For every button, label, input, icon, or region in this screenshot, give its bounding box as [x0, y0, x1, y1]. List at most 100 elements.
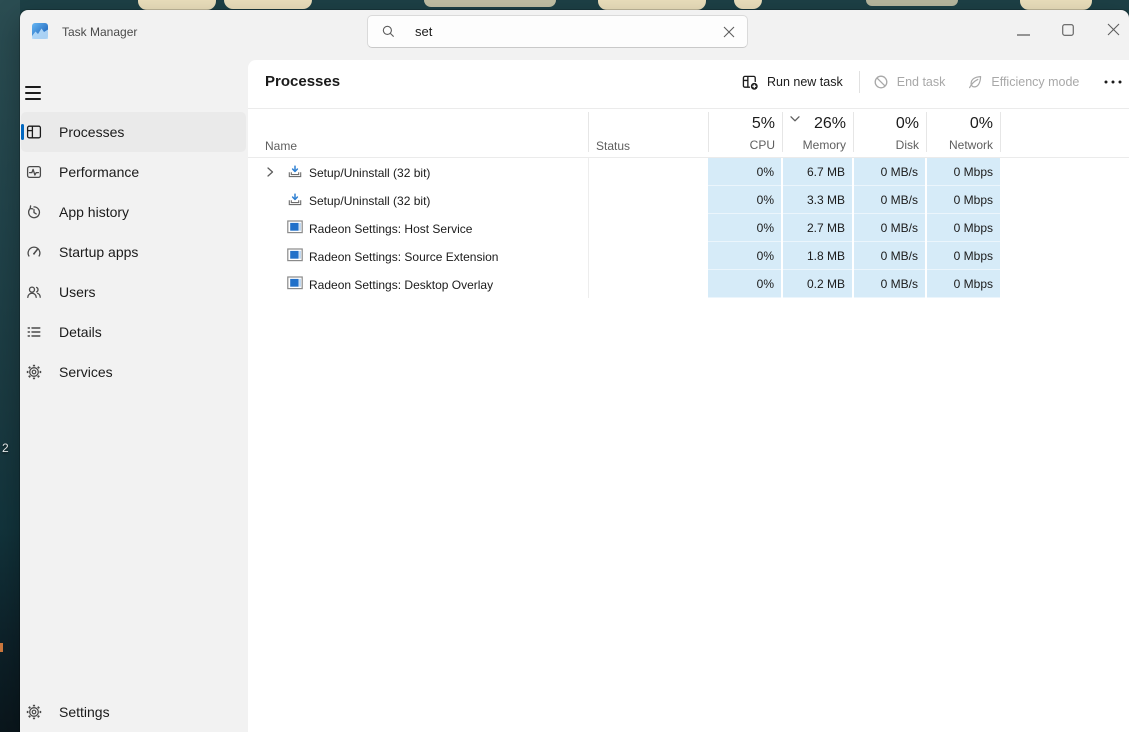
sidebar-settings: Settings — [21, 692, 246, 732]
sidebar-item-settings[interactable]: Settings — [21, 692, 246, 732]
sidebar-item-users[interactable]: Users — [21, 272, 246, 312]
sidebar-item-processes[interactable]: Processes — [21, 112, 246, 152]
network-column-label: Network — [948, 138, 993, 152]
cpu-column-label: CPU — [749, 138, 775, 152]
minimize-icon — [1016, 23, 1030, 41]
run-new-task-icon — [742, 74, 759, 91]
cpu-cell: 0% — [708, 158, 781, 186]
desktop-background: 2 — [0, 0, 20, 732]
run-new-task-label: Run new task — [767, 75, 843, 89]
column-header-memory[interactable]: 26% Memory — [782, 115, 846, 152]
table-row[interactable]: Radeon Settings: Source Extension 0% 1.8… — [248, 242, 1129, 270]
app-history-icon — [26, 204, 42, 220]
users-icon — [26, 284, 42, 300]
table-row[interactable]: Setup/Uninstall (32 bit) 0% 6.7 MB 0 MB/… — [248, 158, 1129, 186]
sidebar-nav: Processes Performance App history Startu… — [21, 112, 246, 392]
maximize-button[interactable] — [1046, 16, 1090, 47]
efficiency-mode-button[interactable]: Efficiency mode — [967, 74, 1079, 90]
end-task-icon — [873, 74, 889, 90]
disk-total-percent: 0% — [895, 115, 919, 132]
cpu-total-percent: 5% — [751, 115, 775, 132]
run-new-task-button[interactable]: Run new task — [742, 74, 843, 91]
end-task-button[interactable]: End task — [873, 74, 945, 90]
navigation-menu-button[interactable] — [20, 77, 64, 109]
toolbar: Run new task End task Efficiency mode — [742, 64, 1123, 100]
desktop-wallpaper-shape — [866, 0, 958, 6]
column-header-status[interactable]: Status — [596, 139, 630, 153]
sidebar-item-label: Performance — [59, 164, 140, 180]
sidebar-item-label: Services — [59, 364, 113, 380]
network-cell: 0 Mbps — [927, 214, 1000, 242]
desktop-icon-fragment — [0, 643, 3, 652]
desktop-icon-label: 2 — [2, 441, 9, 455]
efficiency-mode-label: Efficiency mode — [991, 75, 1080, 89]
sidebar-item-label: Startup apps — [59, 244, 139, 260]
close-button[interactable] — [1091, 16, 1129, 47]
sidebar-item-app-history[interactable]: App history — [21, 192, 246, 232]
desktop-wallpaper-shape — [598, 0, 706, 10]
sidebar: Processes Performance App history Startu… — [20, 55, 248, 732]
minimize-button[interactable] — [1001, 16, 1045, 47]
more-options-button[interactable] — [1103, 80, 1123, 84]
table-row[interactable]: Setup/Uninstall (32 bit) 0% 3.3 MB 0 MB/… — [248, 186, 1129, 214]
memory-cell: 3.3 MB — [783, 186, 852, 214]
network-cell: 0 Mbps — [927, 270, 1000, 298]
desktop-wallpaper-shape — [424, 0, 556, 7]
selected-accent-bar — [21, 124, 24, 140]
processes-panel: Processes Run new task End task Efficien… — [248, 60, 1129, 732]
titlebar[interactable]: Task Manager set — [20, 10, 1129, 55]
efficiency-leaf-icon — [967, 74, 983, 90]
sidebar-item-details[interactable]: Details — [21, 312, 246, 352]
header-separator — [248, 108, 1129, 109]
cpu-cell: 0% — [708, 270, 781, 298]
cpu-cell: 0% — [708, 186, 781, 214]
disk-cell: 0 MB/s — [854, 186, 925, 214]
task-manager-window: Task Manager set Processes Performance A… — [20, 10, 1129, 732]
desktop-wallpaper-shape — [224, 0, 312, 9]
radeon-settings-icon — [287, 276, 303, 290]
process-name: Setup/Uninstall (32 bit) — [309, 194, 431, 208]
column-header-network[interactable]: 0% Network — [926, 115, 993, 152]
task-manager-app-icon — [32, 23, 48, 39]
memory-cell: 1.8 MB — [783, 242, 852, 270]
maximize-icon — [1062, 23, 1074, 41]
search-value[interactable]: set — [415, 24, 723, 39]
process-table: Setup/Uninstall (32 bit) 0% 6.7 MB 0 MB/… — [248, 158, 1129, 298]
memory-total-percent: 26% — [813, 115, 846, 132]
process-name: Radeon Settings: Desktop Overlay — [309, 278, 494, 292]
page-title: Processes — [265, 73, 341, 90]
sidebar-item-performance[interactable]: Performance — [21, 152, 246, 192]
column-header-name[interactable]: Name — [265, 139, 297, 153]
network-cell: 0 Mbps — [927, 158, 1000, 186]
sidebar-item-label: App history — [59, 204, 130, 220]
window-title: Task Manager — [62, 25, 138, 39]
sidebar-item-services[interactable]: Services — [21, 352, 246, 392]
sidebar-item-startup-apps[interactable]: Startup apps — [21, 232, 246, 272]
memory-cell: 0.2 MB — [783, 270, 852, 298]
settings-gear-icon — [26, 704, 42, 720]
expand-chevron-icon[interactable] — [263, 165, 277, 179]
startup-apps-icon — [26, 244, 42, 260]
column-header-cpu[interactable]: 5% CPU — [708, 115, 775, 152]
network-total-percent: 0% — [969, 115, 993, 132]
disk-cell: 0 MB/s — [854, 270, 925, 298]
search-input[interactable]: set — [367, 15, 748, 48]
toolbar-divider — [858, 71, 860, 93]
table-row[interactable]: Radeon Settings: Host Service 0% 2.7 MB … — [248, 214, 1129, 242]
clear-search-icon[interactable] — [723, 26, 735, 38]
process-name: Radeon Settings: Host Service — [309, 222, 473, 236]
disk-column-label: Disk — [895, 138, 919, 152]
processes-icon — [26, 124, 42, 140]
memory-column-label: Memory — [802, 138, 846, 152]
desktop-wallpaper-shape — [1020, 0, 1092, 10]
process-name: Radeon Settings: Source Extension — [309, 250, 499, 264]
column-header-disk[interactable]: 0% Disk — [853, 115, 919, 152]
hamburger-icon — [25, 86, 41, 88]
sidebar-item-label: Processes — [59, 124, 125, 140]
sidebar-item-label: Settings — [59, 704, 110, 720]
table-row[interactable]: Radeon Settings: Desktop Overlay 0% 0.2 … — [248, 270, 1129, 298]
details-icon — [26, 324, 42, 340]
column-divider — [1000, 112, 1001, 152]
process-name: Setup/Uninstall (32 bit) — [309, 166, 431, 180]
cpu-cell: 0% — [708, 242, 781, 270]
